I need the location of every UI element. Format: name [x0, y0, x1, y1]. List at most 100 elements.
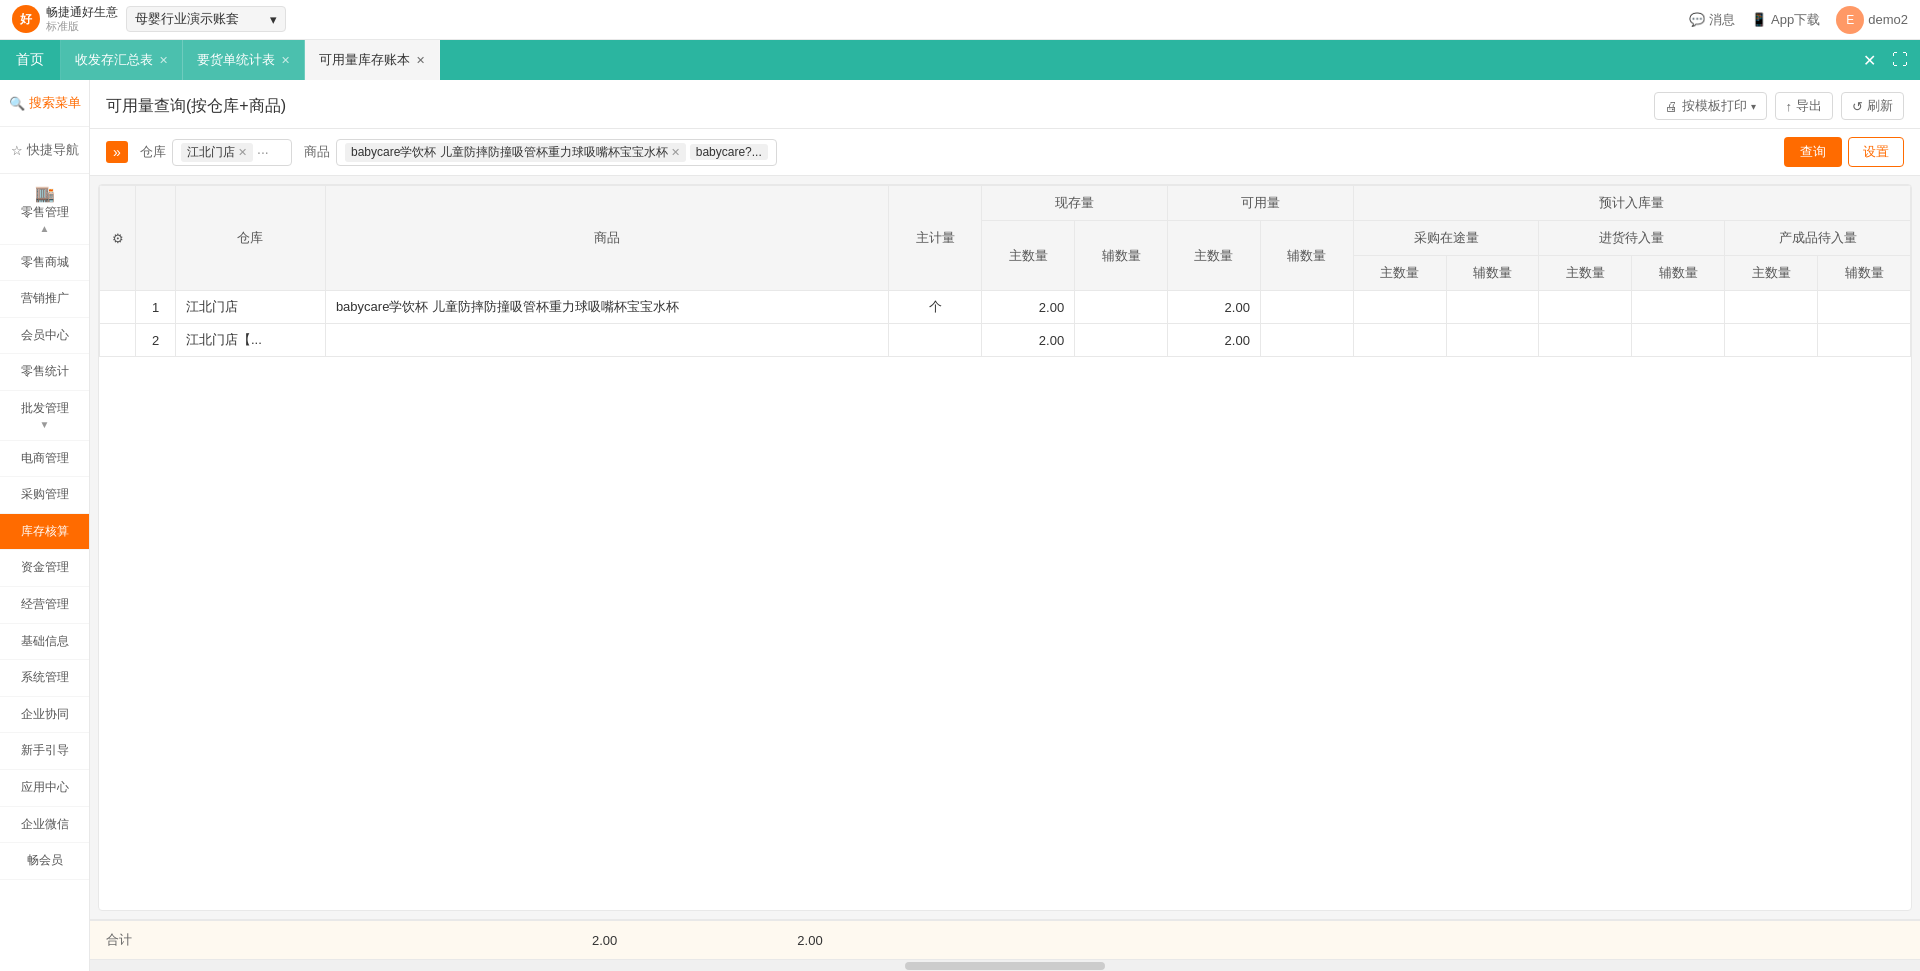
page-header: 可用量查询(按仓库+商品) 🖨 按模板打印 ▾ ↑ 导出 ↺ 刷新 — [90, 80, 1920, 129]
warehouse-more-icon[interactable]: ··· — [257, 144, 269, 160]
quick-nav-label: 快捷导航 — [27, 141, 79, 159]
th-production-group: 产成品待入量 — [1725, 221, 1911, 256]
th-avail-main: 主数量 — [1168, 221, 1261, 291]
tab-yaohuo[interactable]: 要货单统计表 ✕ — [183, 40, 305, 80]
quick-nav-button[interactable]: ☆ 快捷导航 — [0, 135, 89, 165]
bottom-scrollbar[interactable] — [90, 959, 1920, 971]
user-menu[interactable]: E demo2 — [1836, 6, 1908, 34]
sidebar-item-member-center[interactable]: 会员中心 — [0, 318, 89, 355]
tab-kuyongliang-close[interactable]: ✕ — [416, 54, 425, 67]
sidebar-item-retail-mgmt[interactable]: 🏬 零售管理 ▲ — [0, 174, 89, 245]
refresh-icon: ↺ — [1852, 99, 1863, 114]
warehouse-filter-label: 仓库 — [140, 143, 166, 161]
sidebar-item-wholesale-mgmt-label: 批发管理 — [21, 401, 69, 417]
company-name: 母婴行业演示账套 — [135, 10, 239, 28]
sidebar-item-app-center[interactable]: 应用中心 — [0, 770, 89, 807]
table-container: ⚙ 仓库 商品 主计量 现存量 可用量 预计入库量 主数量 辅数量 主数量 — [98, 184, 1912, 911]
export-icon: ↑ — [1786, 99, 1793, 114]
table-row: 1 江北门店 babycare学饮杯 儿童防摔防撞吸管杯重力球吸嘴杯宝宝水杯 个… — [100, 291, 1911, 324]
tab-shoufacun[interactable]: 收发存汇总表 ✕ — [61, 40, 183, 80]
logo-subtext: 标准版 — [46, 19, 118, 34]
th-current-main: 主数量 — [982, 221, 1075, 291]
sidebar-item-finance[interactable]: 资金管理 — [0, 550, 89, 587]
refresh-label: 刷新 — [1867, 97, 1893, 115]
sidebar-item-enterprise-coop[interactable]: 企业协同 — [0, 697, 89, 734]
search-menu-label: 搜索菜单 — [29, 94, 81, 112]
gear-icon[interactable]: ⚙ — [112, 231, 124, 246]
product-filter-label: 商品 — [304, 143, 330, 161]
sidebar-item-finance-label: 资金管理 — [21, 560, 69, 576]
th-available-group: 可用量 — [1168, 186, 1354, 221]
sidebar-search-area: 🔍 搜索菜单 — [0, 80, 89, 127]
message-button[interactable]: 💬 消息 — [1689, 11, 1735, 29]
filter-action-buttons: 查询 设置 — [1784, 137, 1904, 167]
template-dropdown-icon: ▾ — [1751, 101, 1756, 112]
refresh-button[interactable]: ↺ 刷新 — [1841, 92, 1904, 120]
query-button[interactable]: 查询 — [1784, 137, 1842, 167]
settings-button[interactable]: 设置 — [1848, 137, 1904, 167]
message-label: 消息 — [1709, 11, 1735, 29]
th-pt-aux: 辅数量 — [1446, 256, 1539, 291]
print-icon: 🖨 — [1665, 99, 1678, 114]
app-download-button[interactable]: 📱 App下载 — [1751, 11, 1820, 29]
th-current-aux: 辅数量 — [1075, 221, 1168, 291]
search-menu-button[interactable]: 🔍 搜索菜单 — [8, 90, 81, 116]
cell-prod-main — [1725, 291, 1818, 324]
cell-warehouse: 江北门店 — [176, 291, 326, 324]
product-tag-1-close[interactable]: ✕ — [671, 146, 680, 159]
th-warehouse: 仓库 — [176, 186, 326, 291]
export-button[interactable]: ↑ 导出 — [1775, 92, 1834, 120]
th-inc-main: 主数量 — [1539, 256, 1632, 291]
sidebar-item-retail-mall[interactable]: 零售商城 — [0, 245, 89, 282]
sidebar-item-enterprise-wechat[interactable]: 企业微信 — [0, 807, 89, 844]
th-main-unit: 主计量 — [889, 186, 982, 291]
tab-shoufacun-close[interactable]: ✕ — [159, 54, 168, 67]
cell-inc-main — [1539, 291, 1632, 324]
scroll-thumb[interactable] — [905, 962, 1105, 970]
cell-avail-main: 2.00 — [1168, 291, 1261, 324]
top-bar: 好 畅捷通好生意 标准版 母婴行业演示账套 ▾ 💬 消息 📱 App下载 E d… — [0, 0, 1920, 40]
th-purchase-transit-group: 采购在途量 — [1353, 221, 1539, 256]
summary-label: 合计 — [106, 931, 132, 949]
sidebar-item-ecommerce[interactable]: 电商管理 — [0, 441, 89, 478]
warehouse-tag: 江北门店 ✕ — [181, 143, 253, 162]
logo-text: 畅捷通好生意 — [46, 5, 118, 19]
tab-home-label: 首页 — [16, 51, 44, 69]
sidebar-item-inventory[interactable]: 库存核算 — [0, 514, 89, 551]
sidebar-item-retail-stats[interactable]: 零售统计 — [0, 354, 89, 391]
sidebar-item-purchase[interactable]: 采购管理 — [0, 477, 89, 514]
cell-product — [325, 324, 889, 357]
data-table: ⚙ 仓库 商品 主计量 现存量 可用量 预计入库量 主数量 辅数量 主数量 — [99, 185, 1911, 357]
sidebar-item-business[interactable]: 经营管理 — [0, 587, 89, 624]
warehouse-tag-close[interactable]: ✕ — [238, 146, 247, 159]
tab-home[interactable]: 首页 — [0, 40, 61, 80]
th-pt-main: 主数量 — [1353, 256, 1446, 291]
sidebar-item-marketing[interactable]: 营销推广 — [0, 281, 89, 318]
sidebar-item-members[interactable]: 畅会员 — [0, 843, 89, 880]
product-filter-input[interactable]: babycare学饮杯 儿童防摔防撞吸管杯重力球吸嘴杯宝宝水杯 ✕ babyca… — [336, 139, 777, 166]
sidebar-item-new-guide[interactable]: 新手引导 — [0, 733, 89, 770]
tab-yaohuo-close[interactable]: ✕ — [281, 54, 290, 67]
search-icon: 🔍 — [9, 96, 25, 111]
sidebar-item-wholesale-mgmt[interactable]: 批发管理 ▼ — [0, 391, 89, 441]
cell-current-main: 2.00 — [982, 291, 1075, 324]
sidebar-item-basic-info[interactable]: 基础信息 — [0, 624, 89, 661]
warehouse-filter-input[interactable]: 江北门店 ✕ ··· — [172, 139, 292, 166]
filter-expand-button[interactable]: » — [106, 141, 128, 163]
avatar: E — [1836, 6, 1864, 34]
warehouse-filter-group: 仓库 江北门店 ✕ ··· — [140, 139, 292, 166]
cell-gear[interactable] — [100, 324, 136, 357]
template-print-button[interactable]: 🖨 按模板打印 ▾ — [1654, 92, 1767, 120]
product-filter-group: 商品 babycare学饮杯 儿童防摔防撞吸管杯重力球吸嘴杯宝宝水杯 ✕ bab… — [304, 139, 777, 166]
template-print-label: 按模板打印 — [1682, 97, 1747, 115]
company-select[interactable]: 母婴行业演示账套 ▾ — [126, 6, 286, 32]
page-actions: 🖨 按模板打印 ▾ ↑ 导出 ↺ 刷新 — [1654, 92, 1905, 120]
tab-kuyongliang[interactable]: 可用量库存账本 ✕ — [305, 40, 440, 80]
tab-expand-button[interactable]: ⛶ — [1888, 47, 1912, 73]
cell-current-aux — [1075, 324, 1168, 357]
tab-close-all-button[interactable]: ✕ — [1859, 47, 1880, 74]
cell-gear[interactable] — [100, 291, 136, 324]
sidebar-item-system-mgmt[interactable]: 系统管理 — [0, 660, 89, 697]
sidebar-item-retail-mall-label: 零售商城 — [21, 255, 69, 271]
quick-nav-icon: ☆ — [11, 143, 23, 158]
